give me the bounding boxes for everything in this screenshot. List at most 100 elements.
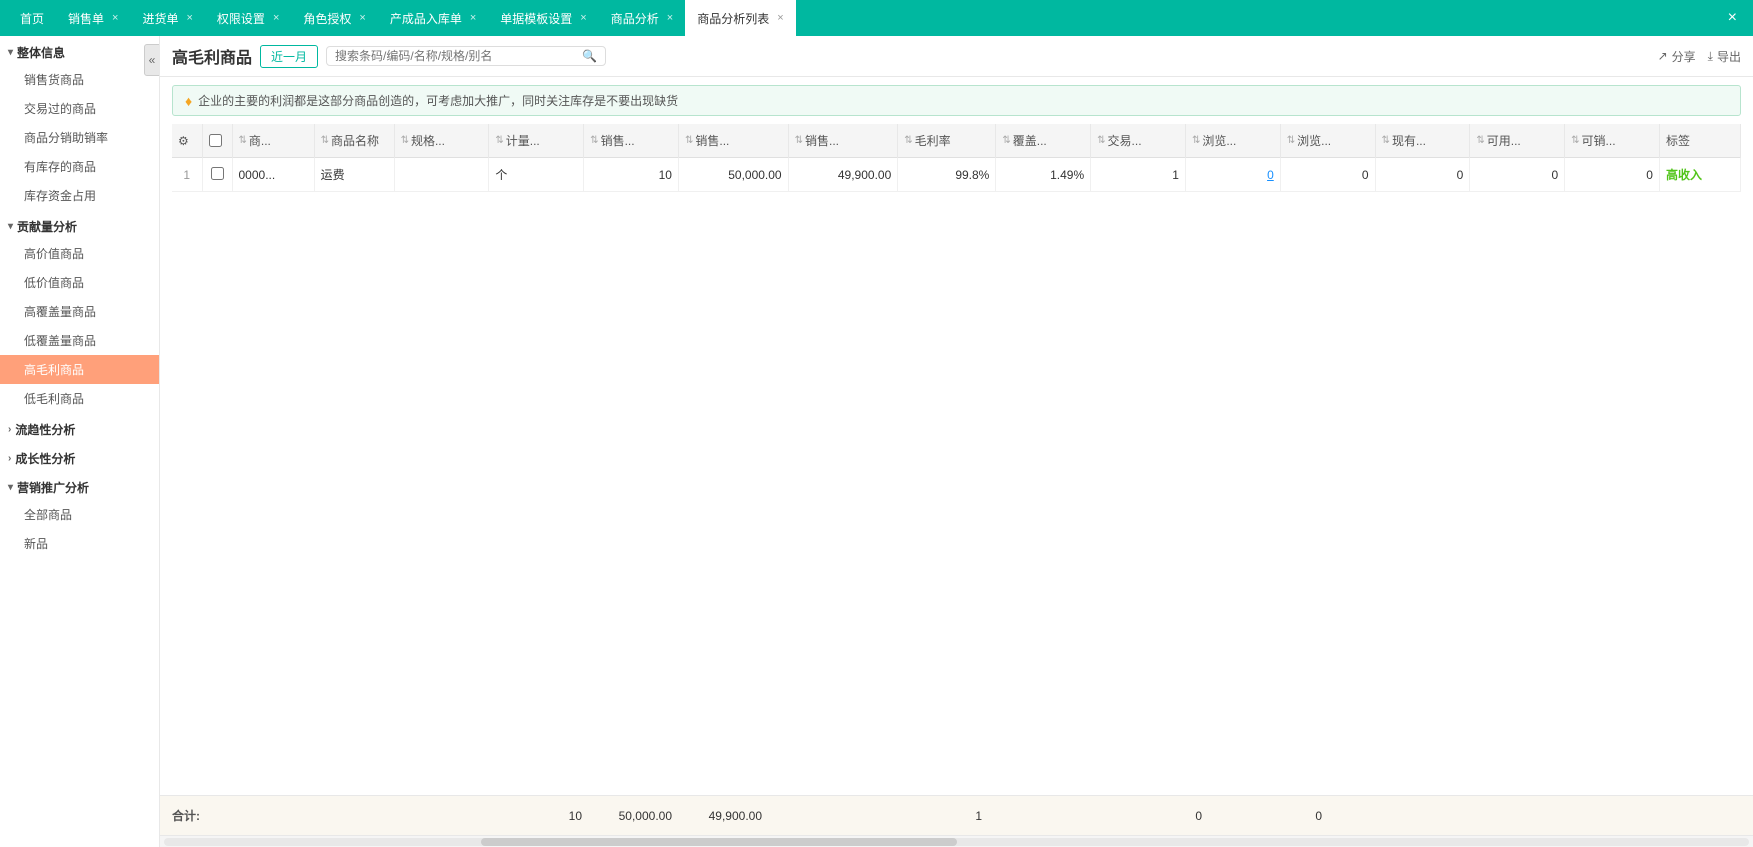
col-stock-salable[interactable]: ⇅ 可销... <box>1565 124 1660 158</box>
col-trade[interactable]: ⇅ 交易... <box>1091 124 1186 158</box>
search-input[interactable] <box>335 49 578 63</box>
footer-values: 10 50,000.00 49,900.00 1 0 0 <box>208 809 1741 823</box>
nav-close-permission[interactable]: × <box>273 12 279 24</box>
col-view2[interactable]: ⇅ 浏览... <box>1280 124 1375 158</box>
col-sales-qty[interactable]: ⇅ 销售... <box>584 124 679 158</box>
table-container[interactable]: ⚙ ⇅ 商... ⇅ <box>160 124 1753 795</box>
table-row: 1 0000... 运费 个 10 50,000.00 49,900.00 99… <box>172 158 1741 192</box>
footer-bar: 合计: 10 50,000.00 49,900.00 1 0 0 <box>160 795 1753 835</box>
sidebar-item-new-goods[interactable]: 新品 <box>0 529 159 558</box>
sidebar-item-low-value[interactable]: 低价值商品 <box>0 268 159 297</box>
col-sales-amount[interactable]: ⇅ 销售... <box>678 124 788 158</box>
sidebar-item-high-margin[interactable]: 高毛利商品 <box>0 355 159 384</box>
sidebar-item-high-coverage[interactable]: 高覆盖量商品 <box>0 297 159 326</box>
nav-global-close[interactable]: × <box>1720 9 1745 27</box>
top-nav: 首页 销售单 × 进货单 × 权限设置 × 角色授权 × 产成品入库单 × 单据… <box>0 0 1753 36</box>
col-view1[interactable]: ⇅ 浏览... <box>1185 124 1280 158</box>
cell-coverage: 1.49% <box>996 158 1091 192</box>
col-unit[interactable]: ⇅ 计量... <box>489 124 584 158</box>
export-icon: ⤓ <box>1708 49 1713 64</box>
cell-checkbox[interactable] <box>202 158 232 192</box>
nav-template[interactable]: 单据模板设置 × <box>488 0 598 36</box>
cell-trade: 1 <box>1091 158 1186 192</box>
col-stock-current[interactable]: ⇅ 现有... <box>1375 124 1470 158</box>
col-name-sort-icon: ⇅ <box>321 135 329 146</box>
col-settings[interactable]: ⚙ <box>172 124 202 158</box>
nav-close-product-analysis[interactable]: × <box>667 12 673 24</box>
col-checkbox[interactable] <box>202 124 232 158</box>
info-banner: ♦ 企业的主要的利润都是这部分商品创造的，可考虑加大推广，同时关注库存是不要出现… <box>172 85 1741 116</box>
nav-product-instock[interactable]: 产成品入库单 × <box>378 0 488 36</box>
col-coverage[interactable]: ⇅ 覆盖... <box>996 124 1091 158</box>
sidebar-group-overall[interactable]: ▾ 整体信息 <box>0 36 159 65</box>
export-btn[interactable]: ⤓ 导出 <box>1708 48 1741 65</box>
cell-gross-rate: 99.8% <box>898 158 996 192</box>
nav-close-role[interactable]: × <box>359 12 365 24</box>
cell-view1[interactable]: 0 <box>1185 158 1280 192</box>
footer-sales-amount: 50,000.00 <box>588 809 678 823</box>
col-profit-sort-icon: ⇅ <box>795 135 803 146</box>
filter-btn-month[interactable]: 近一月 <box>260 45 318 68</box>
arrow-overall: ▾ <box>8 47 13 58</box>
col-gross-rate[interactable]: ⇅ 毛利率 <box>898 124 996 158</box>
sidebar-item-stock-capital[interactable]: 库存资金占用 <box>0 181 159 210</box>
nav-home[interactable]: 首页 <box>8 0 56 36</box>
scrollbar-thumb[interactable] <box>481 838 957 846</box>
col-stock-salable-sort-icon: ⇅ <box>1571 135 1579 146</box>
footer-stock-salable: 0 <box>1268 809 1328 823</box>
col-name[interactable]: ⇅ 商品名称 <box>314 124 394 158</box>
sidebar-item-distribution-rate[interactable]: 商品分销助销率 <box>0 123 159 152</box>
sidebar-item-all-goods[interactable]: 全部商品 <box>0 500 159 529</box>
sidebar-group-growth[interactable]: › 成长性分析 <box>0 442 159 471</box>
col-stock-available-sort-icon: ⇅ <box>1476 135 1484 146</box>
arrow-growth: › <box>8 453 11 464</box>
sidebar-item-in-stock[interactable]: 有库存的商品 <box>0 152 159 181</box>
col-view2-sort-icon: ⇅ <box>1287 135 1295 146</box>
col-code[interactable]: ⇅ 商... <box>232 124 314 158</box>
cell-view2: 0 <box>1280 158 1375 192</box>
sidebar-group-marketing[interactable]: ▾ 营销推广分析 <box>0 471 159 500</box>
content-header: 高毛利商品 近一月 🔍 ↗ 分享 ⤓ 导出 <box>160 36 1753 77</box>
col-sales-profit[interactable]: ⇅ 销售... <box>788 124 898 158</box>
sidebar-item-traded-goods[interactable]: 交易过的商品 <box>0 94 159 123</box>
nav-close-sales[interactable]: × <box>112 12 118 24</box>
col-tag[interactable]: 标签 <box>1659 124 1740 158</box>
footer-stock-current: 0 <box>1148 809 1208 823</box>
search-icon[interactable]: 🔍 <box>582 49 597 63</box>
sidebar-item-low-coverage[interactable]: 低覆盖量商品 <box>0 326 159 355</box>
nav-sales[interactable]: 销售单 × <box>56 0 130 36</box>
cell-stock-salable: 0 <box>1565 158 1660 192</box>
nav-analysis-list[interactable]: 商品分析列表 × <box>685 0 795 36</box>
col-amount-sort-icon: ⇅ <box>685 135 693 146</box>
nav-close-analysis-list[interactable]: × <box>777 12 783 24</box>
row-checkbox[interactable] <box>211 167 224 180</box>
nav-purchase[interactable]: 进货单 × <box>130 0 204 36</box>
nav-permission[interactable]: 权限设置 × <box>205 0 291 36</box>
search-box: 🔍 <box>326 46 606 66</box>
share-btn[interactable]: ↗ 分享 <box>1658 48 1696 65</box>
cell-spec <box>394 158 489 192</box>
col-spec[interactable]: ⇅ 规格... <box>394 124 489 158</box>
sidebar-group-flow[interactable]: › 流趋性分析 <box>0 413 159 442</box>
col-stock-available[interactable]: ⇅ 可用... <box>1470 124 1565 158</box>
sidebar-item-sales-goods[interactable]: 销售货商品 <box>0 65 159 94</box>
arrow-contribution: ▾ <box>8 221 13 232</box>
nav-close-purchase[interactable]: × <box>186 12 192 24</box>
sidebar-item-high-value[interactable]: 高价值商品 <box>0 239 159 268</box>
arrow-marketing: ▾ <box>8 482 13 493</box>
sidebar-collapse-btn[interactable]: « <box>144 44 160 76</box>
cell-unit: 个 <box>489 158 584 192</box>
sidebar-item-low-margin[interactable]: 低毛利商品 <box>0 384 159 413</box>
nav-close-template[interactable]: × <box>580 12 586 24</box>
nav-role[interactable]: 角色授权 × <box>291 0 377 36</box>
info-icon: ♦ <box>185 93 192 109</box>
horizontal-scrollbar[interactable] <box>160 835 1753 847</box>
nav-product-analysis[interactable]: 商品分析 × <box>599 0 685 36</box>
nav-close-product-instock[interactable]: × <box>470 12 476 24</box>
sidebar-group-contribution[interactable]: ▾ 贡献量分析 <box>0 210 159 239</box>
col-view1-sort-icon: ⇅ <box>1192 135 1200 146</box>
col-unit-sort-icon: ⇅ <box>495 135 503 146</box>
select-all-checkbox[interactable] <box>209 134 222 147</box>
scrollbar-track <box>164 838 1749 846</box>
footer-sales-profit: 49,900.00 <box>678 809 768 823</box>
